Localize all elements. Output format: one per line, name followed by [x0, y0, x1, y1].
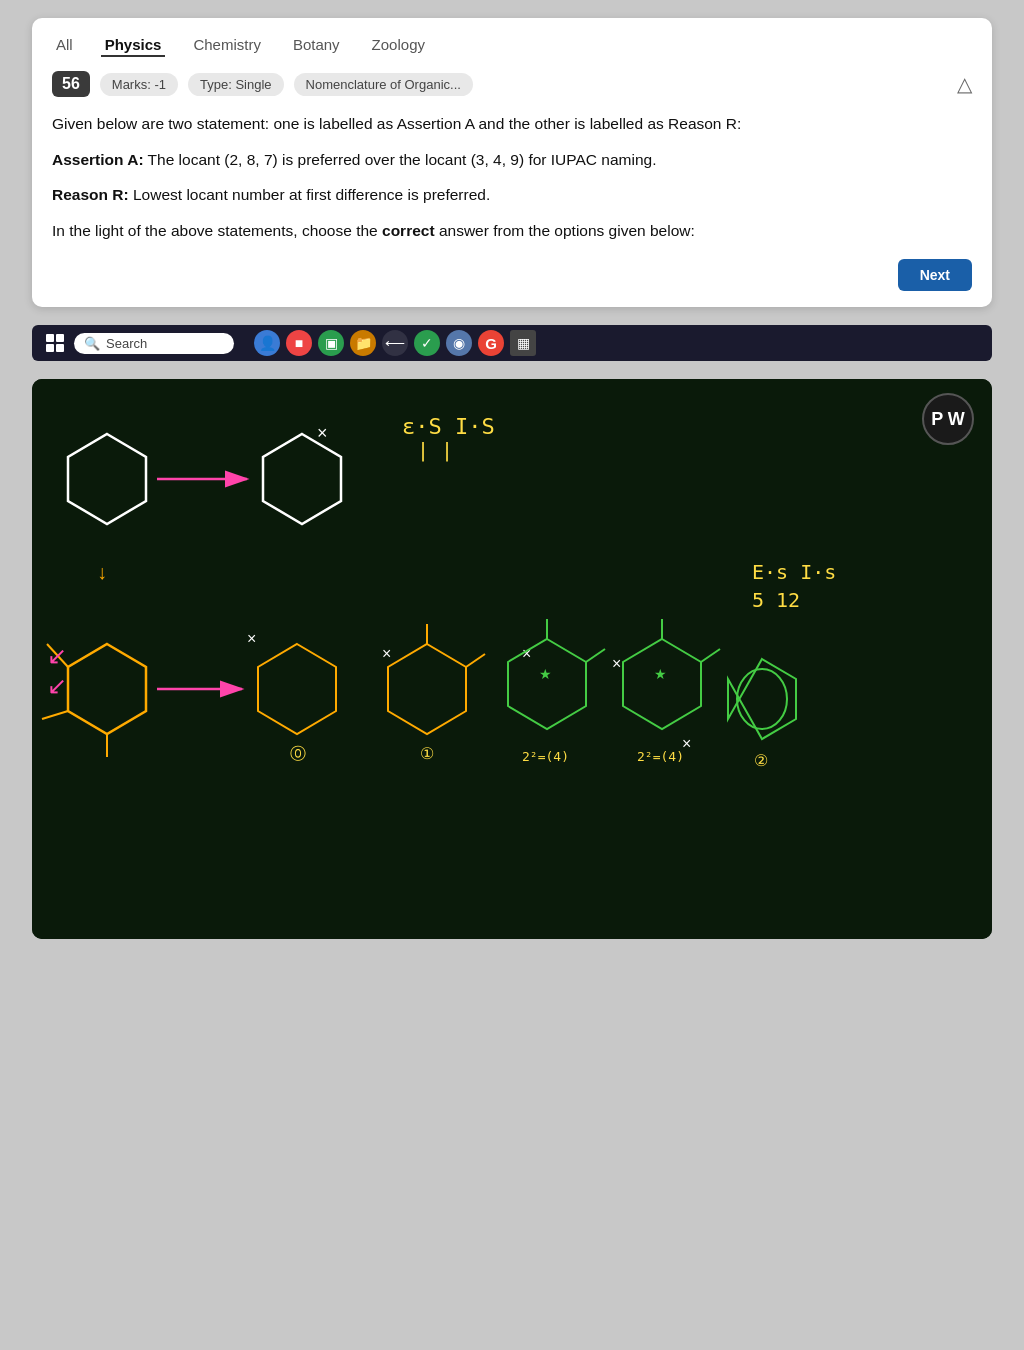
search-bar[interactable]: 🔍 Search: [74, 333, 234, 354]
tab-chemistry[interactable]: Chemistry: [189, 34, 265, 57]
taskbar-icons: 👤 ■ ▣ 📁 ⟵ ✓ ◉ G ▦: [254, 330, 536, 356]
assertion-label: Assertion A:: [52, 151, 144, 168]
marks-pill: Marks: -1: [100, 73, 178, 96]
es-is-label: ε·S I·S: [402, 414, 495, 439]
taskbar-google[interactable]: G: [478, 330, 504, 356]
windows-icon[interactable]: [46, 334, 64, 352]
next-btn-row: Next: [52, 259, 972, 291]
svg-text:②: ②: [754, 751, 768, 770]
tab-physics[interactable]: Physics: [101, 34, 166, 57]
svg-text:①: ①: [420, 744, 434, 763]
taskbar-app-7[interactable]: ▦: [510, 330, 536, 356]
type-pill: Type: Single: [188, 73, 284, 96]
search-icon: 🔍: [84, 336, 100, 351]
svg-text:×: ×: [382, 645, 391, 662]
separator-label: | |: [417, 438, 453, 462]
reason-text: Lowest locant number at first difference…: [133, 186, 490, 203]
topic-pill: Nomenclature of Organic...: [294, 73, 473, 96]
tab-bar: All Physics Chemistry Botany Zoology: [52, 34, 972, 57]
taskbar-checkmark[interactable]: ✓: [414, 330, 440, 356]
tab-zoology[interactable]: Zoology: [368, 34, 429, 57]
taskbar-app-6[interactable]: ◉: [446, 330, 472, 356]
tab-all[interactable]: All: [52, 34, 77, 57]
assertion-text: The locant (2, 8, 7) is preferred over t…: [148, 151, 657, 168]
watermark-logo: P W: [922, 393, 974, 445]
reason-para: Reason R: Lowest locant number at first …: [52, 182, 972, 208]
assertion-para: Assertion A: The locant (2, 8, 7) is pre…: [52, 147, 972, 173]
instruction-para: In the light of the above statements, ch…: [52, 218, 972, 244]
chemistry-diagram: ε·S I·S | | E·s I·s 5 12 × ↙ ↙: [32, 379, 992, 939]
svg-text:2²=(4): 2²=(4): [637, 749, 684, 764]
svg-text:⓪: ⓪: [290, 744, 306, 763]
alert-icon: △: [957, 72, 972, 96]
taskbar-app-3[interactable]: ▣: [318, 330, 344, 356]
svg-text:×: ×: [317, 423, 328, 443]
svg-text:2²=(4): 2²=(4): [522, 749, 569, 764]
svg-text:↙: ↙: [47, 672, 67, 699]
reason-label: Reason R:: [52, 186, 129, 203]
svg-text:↙: ↙: [47, 642, 67, 669]
question-body: Given below are two statement: one is la…: [52, 111, 972, 243]
question-number: 56: [52, 71, 90, 97]
taskbar-app-4[interactable]: 📁: [350, 330, 376, 356]
values-label: 5 12: [752, 588, 800, 612]
taskbar: 🔍 Search 👤 ■ ▣ 📁 ⟵ ✓ ◉ G ▦: [32, 325, 992, 361]
question-meta: 56 Marks: -1 Type: Single Nomenclature o…: [52, 71, 972, 97]
svg-text:↓: ↓: [97, 561, 107, 583]
search-label: Search: [106, 336, 147, 351]
svg-text:×: ×: [247, 630, 256, 647]
svg-text:★: ★: [539, 666, 552, 682]
next-button[interactable]: Next: [898, 259, 972, 291]
taskbar-app-1[interactable]: 👤: [254, 330, 280, 356]
bottom-panel: P W ε·S I·S | | E·s I·s 5 12 ×: [32, 379, 992, 939]
taskbar-app-5[interactable]: ⟵: [382, 330, 408, 356]
svg-text:×: ×: [612, 655, 621, 672]
svg-text:★: ★: [654, 666, 667, 682]
body-intro: Given below are two statement: one is la…: [52, 111, 972, 137]
top-panel: All Physics Chemistry Botany Zoology 56 …: [32, 18, 992, 307]
taskbar-app-2[interactable]: ■: [286, 330, 312, 356]
tab-botany[interactable]: Botany: [289, 34, 344, 57]
es-right-label: E·s I·s: [752, 560, 836, 584]
